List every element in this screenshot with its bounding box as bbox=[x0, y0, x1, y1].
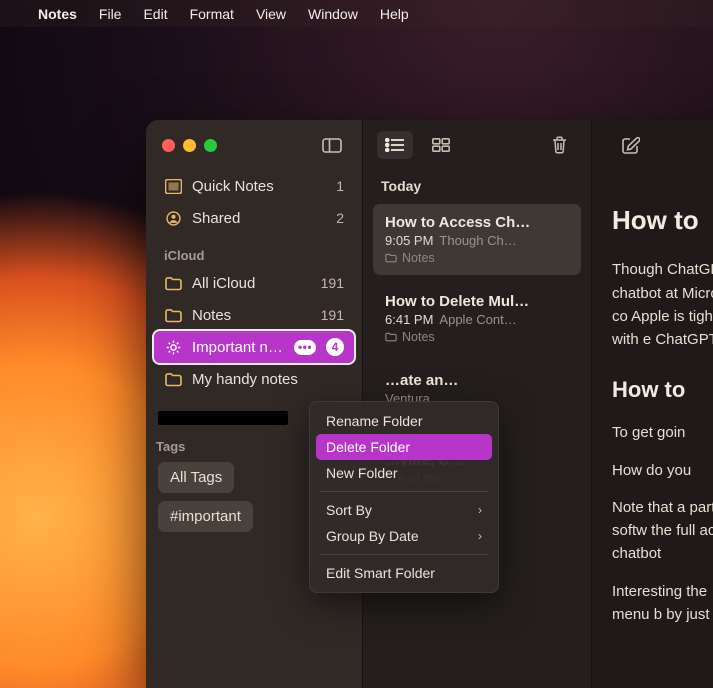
shared-icon bbox=[164, 209, 182, 227]
menu-item-label: Group By Date bbox=[326, 528, 419, 544]
note-list-toolbar bbox=[363, 120, 591, 170]
gallery-view-button[interactable] bbox=[423, 131, 459, 159]
sidebar-label: Quick Notes bbox=[192, 178, 326, 195]
menubar: Notes File Edit Format View Window Help bbox=[0, 0, 713, 27]
editor-body[interactable]: How to Though ChatGPT chatbot at Microso… bbox=[612, 170, 713, 626]
minimize-window-button[interactable] bbox=[183, 139, 196, 152]
folder-icon bbox=[164, 370, 182, 388]
note-folder-name: Notes bbox=[402, 330, 435, 344]
context-menu-new-folder[interactable]: New Folder bbox=[316, 460, 492, 486]
menubar-item-view[interactable]: View bbox=[256, 6, 286, 22]
sidebar-item-quick-notes[interactable]: Quick Notes 1 bbox=[154, 170, 354, 202]
sidebar-label: Shared bbox=[192, 210, 326, 227]
sidebar-label: My handy notes bbox=[192, 371, 344, 388]
context-menu-delete-folder[interactable]: Delete Folder bbox=[316, 434, 492, 460]
quick-notes-icon bbox=[164, 177, 182, 195]
editor-heading: How to bbox=[612, 200, 713, 240]
window-titlebar bbox=[146, 120, 362, 170]
sidebar-label: Important n… bbox=[192, 339, 284, 356]
traffic-lights bbox=[162, 139, 217, 152]
menubar-item-format[interactable]: Format bbox=[190, 6, 234, 22]
sidebar-folder-notes[interactable]: Notes 191 bbox=[154, 299, 354, 331]
note-list-item[interactable]: How to Delete Mul… 6:41 PM Apple Cont… N… bbox=[373, 283, 581, 354]
editor-paragraph: Note that a party softw the full acc AI … bbox=[612, 496, 713, 566]
sidebar-folder-handy[interactable]: My handy notes bbox=[154, 363, 354, 395]
context-menu-group-by-date[interactable]: Group By Date › bbox=[316, 523, 492, 549]
tag-important[interactable]: #important bbox=[158, 501, 253, 532]
gear-icon bbox=[164, 338, 182, 356]
menu-separator bbox=[320, 491, 488, 492]
sidebar-label: Notes bbox=[192, 307, 311, 324]
sidebar-smart-folder-important[interactable]: Important n… ••• 4 bbox=[154, 331, 354, 363]
menu-item-label: Edit Smart Folder bbox=[326, 565, 435, 581]
menu-item-label: Delete Folder bbox=[326, 439, 410, 455]
menu-separator bbox=[320, 554, 488, 555]
menubar-item-help[interactable]: Help bbox=[380, 6, 409, 22]
sidebar-count: 2 bbox=[336, 210, 344, 226]
chevron-right-icon: › bbox=[478, 529, 482, 543]
menubar-item-file[interactable]: File bbox=[99, 6, 122, 22]
sidebar-folder-all-icloud[interactable]: All iCloud 191 bbox=[154, 267, 354, 299]
delete-note-button[interactable] bbox=[541, 131, 577, 159]
sidebar-label: All iCloud bbox=[192, 275, 311, 292]
note-title: How to Access Ch… bbox=[385, 214, 569, 231]
zoom-window-button[interactable] bbox=[204, 139, 217, 152]
editor-column: How to Though ChatGPT chatbot at Microso… bbox=[592, 120, 713, 688]
context-menu-rename-folder[interactable]: Rename Folder bbox=[316, 408, 492, 434]
note-preview: Apple Cont… bbox=[439, 312, 569, 327]
sidebar-section-header: iCloud bbox=[154, 234, 354, 267]
note-time: 9:05 PM bbox=[385, 233, 433, 248]
note-list-item[interactable]: How to Access Ch… 9:05 PM Though Ch… Not… bbox=[373, 204, 581, 275]
redacted-region bbox=[158, 411, 288, 425]
editor-paragraph: To get goin bbox=[612, 421, 713, 444]
close-window-button[interactable] bbox=[162, 139, 175, 152]
context-menu-edit-smart-folder[interactable]: Edit Smart Folder bbox=[316, 560, 492, 586]
context-menu-sort-by[interactable]: Sort By › bbox=[316, 497, 492, 523]
editor-paragraph: How do you bbox=[612, 459, 713, 482]
menubar-item-window[interactable]: Window bbox=[308, 6, 358, 22]
editor-subheading: How to bbox=[612, 373, 713, 407]
menu-item-label: Rename Folder bbox=[326, 413, 423, 429]
sidebar-count: 191 bbox=[321, 275, 344, 291]
sidebar-count: 191 bbox=[321, 307, 344, 323]
folder-icon bbox=[164, 306, 182, 324]
note-title: How to Delete Mul… bbox=[385, 293, 569, 310]
chevron-right-icon: › bbox=[478, 503, 482, 517]
note-list-section-header: Today bbox=[363, 170, 591, 200]
tag-all[interactable]: All Tags bbox=[158, 462, 234, 493]
list-view-button[interactable] bbox=[377, 131, 413, 159]
note-folder-name: Notes bbox=[402, 251, 435, 265]
context-menu: Rename Folder Delete Folder New Folder S… bbox=[309, 401, 499, 593]
sidebar-count: 4 bbox=[326, 338, 344, 356]
menubar-app-name[interactable]: Notes bbox=[38, 6, 77, 22]
folder-icon bbox=[164, 274, 182, 292]
menubar-item-edit[interactable]: Edit bbox=[143, 6, 167, 22]
sidebar-count: 1 bbox=[336, 178, 344, 194]
note-folder: Notes bbox=[385, 330, 569, 344]
editor-paragraph: Interesting the menu b by just hitti bbox=[612, 580, 713, 627]
note-time: 6:41 PM bbox=[385, 312, 433, 327]
note-folder: Notes bbox=[385, 251, 569, 265]
toggle-sidebar-button[interactable] bbox=[318, 134, 346, 156]
editor-toolbar bbox=[612, 120, 713, 170]
menu-item-label: Sort By bbox=[326, 502, 372, 518]
note-preview: Though Ch… bbox=[439, 233, 569, 248]
note-title: …ate an… bbox=[385, 372, 569, 389]
more-icon[interactable]: ••• bbox=[294, 340, 316, 355]
editor-paragraph: Though ChatGPT chatbot at Microsoft co A… bbox=[612, 258, 713, 351]
sidebar-item-shared[interactable]: Shared 2 bbox=[154, 202, 354, 234]
compose-button[interactable] bbox=[612, 131, 648, 159]
menu-item-label: New Folder bbox=[326, 465, 398, 481]
